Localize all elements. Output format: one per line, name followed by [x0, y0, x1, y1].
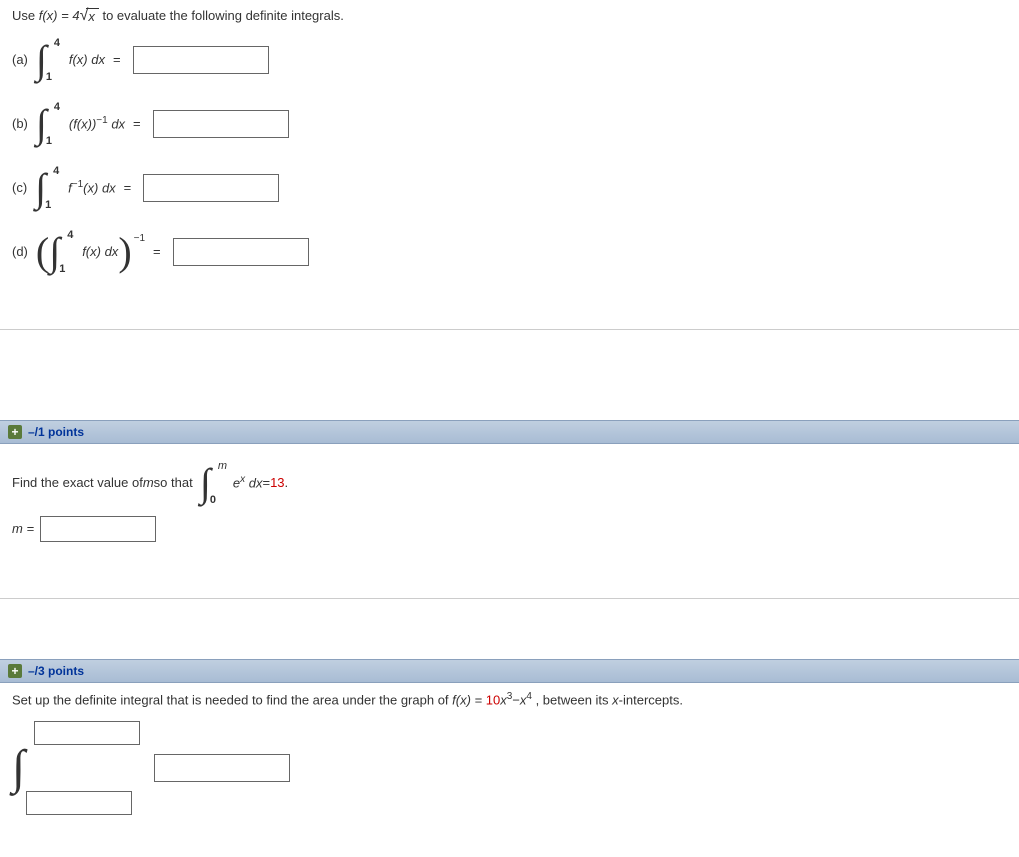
- q1a-label: (a): [12, 52, 28, 67]
- sqrt-icon: √x: [80, 8, 99, 25]
- int-lower: 1: [59, 263, 65, 275]
- q1-part-b: (b) ∫ 4 1 (f(x))−1 dx =: [12, 103, 1007, 145]
- integral-icon: ∫ 4 1: [35, 167, 46, 209]
- int-upper: 4: [54, 101, 60, 113]
- int-upper: 4: [54, 37, 60, 49]
- q2-dx: dx: [245, 476, 262, 491]
- right-paren-icon: ): [118, 232, 131, 272]
- q2-points-text: –/1 points: [28, 425, 84, 439]
- q1b-post: dx: [108, 117, 125, 132]
- q2-value: 13: [270, 475, 284, 490]
- q1b-label: (b): [12, 116, 28, 131]
- q2-sothat: so that: [154, 475, 193, 490]
- q1d-label: (d): [12, 244, 28, 259]
- q2-answer-label: m =: [12, 521, 34, 536]
- q2-period: .: [285, 475, 289, 490]
- q3-points-text: –/3 points: [28, 664, 84, 678]
- integral-icon: ∫ 4 1: [49, 231, 60, 273]
- integral-icon: ∫ m 0: [200, 462, 211, 504]
- q1c-answer-input[interactable]: [143, 174, 279, 202]
- paren-group: ( ∫ 4 1 f(x) dx ): [36, 231, 132, 273]
- integral-icon: ∫: [12, 743, 25, 793]
- integral-icon: ∫ 4 1: [36, 103, 47, 145]
- q1-prompt-prefix: Use: [12, 8, 39, 23]
- int-lower: 0: [210, 494, 216, 506]
- q1-prompt-suffix: to evaluate the following definite integ…: [102, 8, 343, 23]
- spacer: [0, 330, 1019, 420]
- q1d-integrand: f(x) dx: [82, 244, 118, 259]
- left-paren-icon: (: [36, 232, 49, 272]
- q3-post: , between its: [536, 692, 613, 707]
- integral-icon: ∫ 4 1: [36, 39, 47, 81]
- q1-fx: f(x) = 4: [39, 8, 80, 23]
- eq-sign: =: [153, 244, 161, 259]
- int-lower: 1: [46, 135, 52, 147]
- q1b-exp: −1: [96, 115, 107, 126]
- q3-e2: 4: [526, 691, 532, 702]
- q1d-answer-input[interactable]: [173, 238, 309, 266]
- int-lower: 1: [46, 71, 52, 83]
- q1-part-d: (d) ( ∫ 4 1 f(x) dx ) −1 =: [12, 231, 1007, 273]
- q1a-integrand: f(x) dx: [69, 52, 105, 67]
- spacer: [0, 599, 1019, 659]
- q1c-integrand: f−1(x) dx: [68, 179, 116, 195]
- eq-sign: =: [124, 180, 132, 195]
- q3-fx: f(x) =: [452, 692, 486, 707]
- q1-sqrt-arg: x: [86, 8, 99, 25]
- q1c-exp: −1: [72, 179, 83, 190]
- int-lower: 1: [45, 199, 51, 211]
- q1c-label: (c): [12, 180, 27, 195]
- q3-upper-input[interactable]: [34, 721, 140, 745]
- int-upper: m: [218, 460, 227, 472]
- q2-integrand: ex dx: [233, 474, 263, 490]
- integral-with-bounds-inputs: ∫: [12, 721, 140, 815]
- q2-points-bar: + –/1 points: [0, 420, 1019, 444]
- q2-answer-input[interactable]: [40, 516, 156, 542]
- q1-prompt: Use f(x) = 4√x to evaluate the following…: [12, 8, 1007, 25]
- q3-answer-row: ∫: [12, 721, 1007, 815]
- expand-icon[interactable]: +: [8, 664, 22, 678]
- q3-minus: −: [512, 692, 520, 707]
- question-3: Set up the definite integral that is nee…: [0, 683, 1019, 857]
- q1-part-c: (c) ∫ 4 1 f−1(x) dx =: [12, 167, 1007, 209]
- q1c-post: (x) dx: [83, 181, 116, 196]
- q1d-outer-exp: −1: [134, 233, 145, 244]
- int-upper: 4: [53, 165, 59, 177]
- q1a-answer-input[interactable]: [133, 46, 269, 74]
- q2-eq: =: [262, 475, 270, 490]
- eq-sign: =: [113, 52, 121, 67]
- eq-sign: =: [133, 116, 141, 131]
- question-2: Find the exact value of m so that ∫ m 0 …: [0, 444, 1019, 584]
- q3-prompt: Set up the definite integral that is nee…: [12, 691, 1007, 707]
- q1b-pre: (f(x)): [69, 117, 96, 132]
- q3-points-bar: + –/3 points: [0, 659, 1019, 683]
- q3-pre: Set up the definite integral that is nee…: [12, 692, 452, 707]
- q3-integrand-input[interactable]: [154, 754, 290, 782]
- q2-answer-row: m =: [12, 516, 1007, 542]
- int-upper: 4: [67, 229, 73, 241]
- q2-prompt-row: Find the exact value of m so that ∫ m 0 …: [12, 462, 1007, 504]
- q2-prompt: Find the exact value of: [12, 475, 143, 490]
- q1b-answer-input[interactable]: [153, 110, 289, 138]
- q3-lower-input[interactable]: [26, 791, 132, 815]
- q3-intercepts: -intercepts.: [619, 692, 683, 707]
- q1-part-a: (a) ∫ 4 1 f(x) dx =: [12, 39, 1007, 81]
- question-1: Use f(x) = 4√x to evaluate the following…: [0, 0, 1019, 315]
- expand-icon[interactable]: +: [8, 425, 22, 439]
- q3-coeff: 10: [486, 692, 500, 707]
- q2-m: m: [143, 475, 154, 490]
- q1b-integrand: (f(x))−1 dx: [69, 115, 125, 131]
